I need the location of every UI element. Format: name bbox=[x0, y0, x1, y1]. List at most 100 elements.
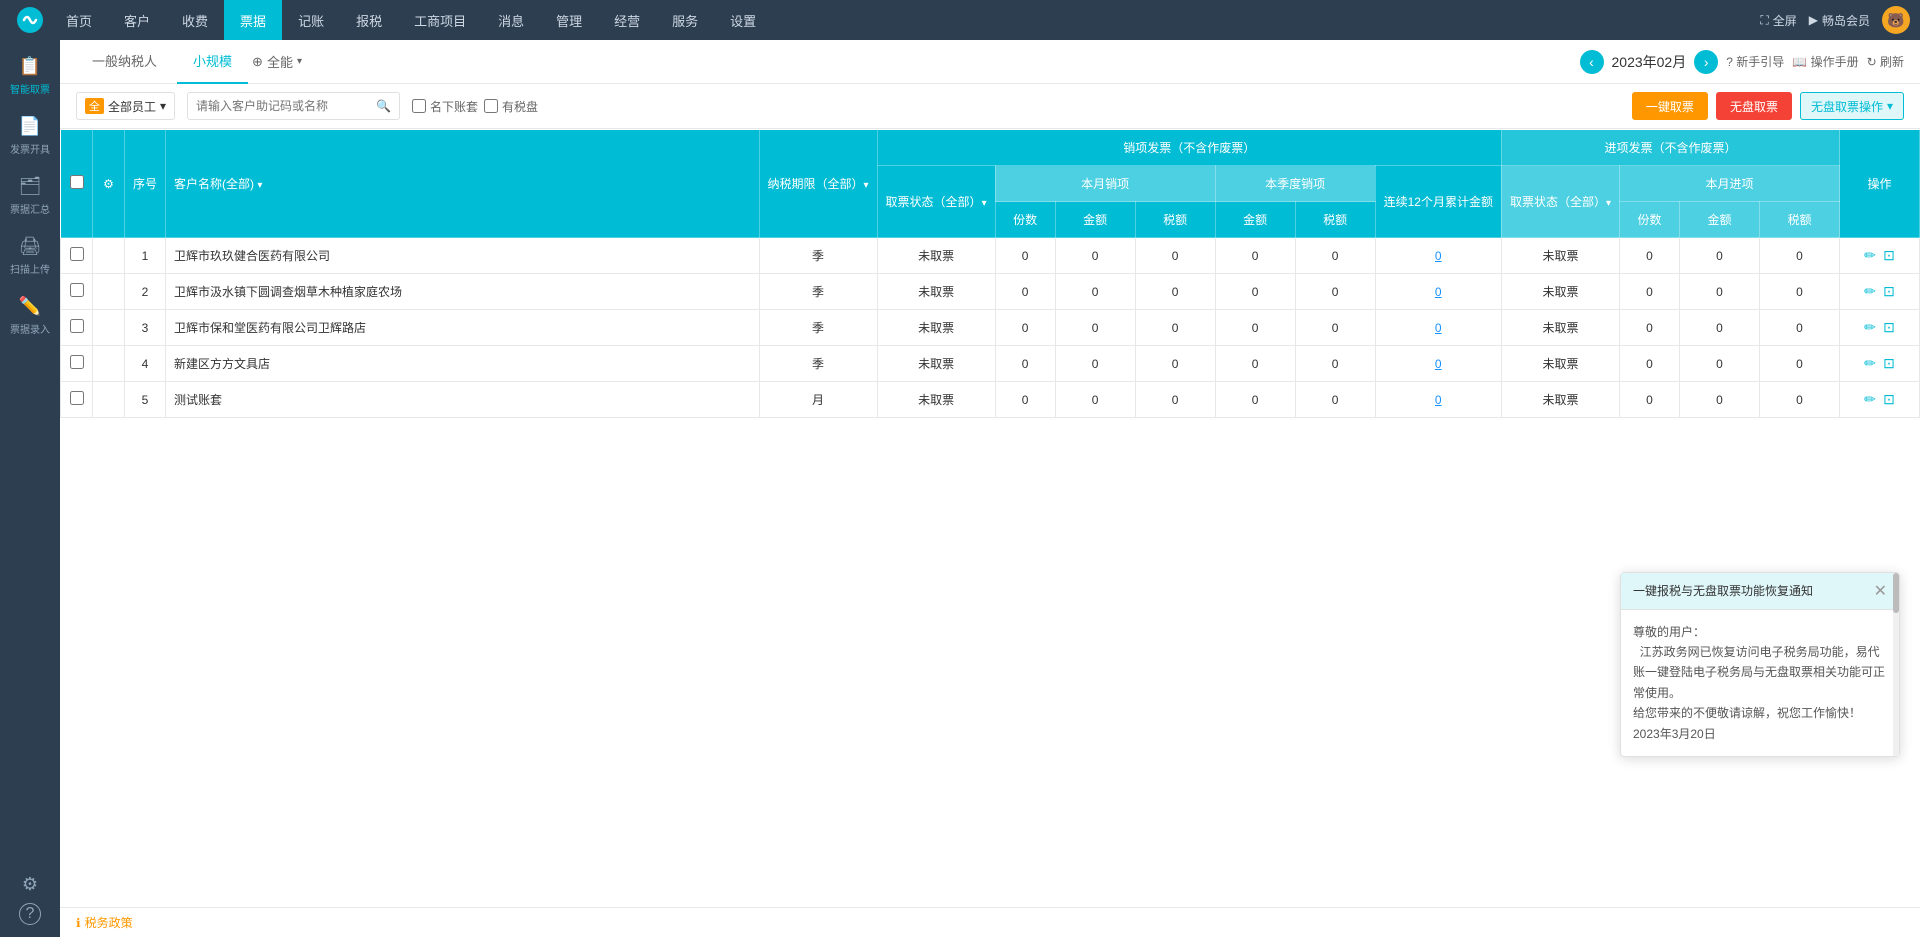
tab-general-taxpayer[interactable]: 一般纳税人 bbox=[76, 40, 173, 84]
has-taxpad-checkbox[interactable] bbox=[484, 99, 498, 113]
bottom-bar: ℹ 税务政策 bbox=[60, 907, 1920, 937]
row-checkbox-cell bbox=[61, 274, 93, 310]
sidebar-settings-icon[interactable]: ⚙ bbox=[22, 874, 38, 895]
table-col-quarter-tax: 税额 bbox=[1295, 202, 1375, 238]
nav-service[interactable]: 服务 bbox=[656, 0, 714, 40]
app-logo[interactable] bbox=[10, 0, 50, 40]
detail-icon[interactable]: ⊡ bbox=[1883, 283, 1895, 299]
notification-body: 尊敬的用户： 江苏政务网已恢复访问电子税务局功能，易代账一键登陆电子税务局与无盘… bbox=[1621, 610, 1899, 756]
nav-tax[interactable]: 报税 bbox=[340, 0, 398, 40]
row-purchase-status: 未取票 bbox=[1501, 346, 1619, 382]
cumulative-link[interactable]: 0 bbox=[1435, 393, 1442, 407]
row-checkbox[interactable] bbox=[70, 355, 84, 369]
book-icon: 📖 bbox=[1792, 55, 1807, 69]
table-subheader-month-sales: 本月销项 bbox=[995, 166, 1215, 202]
row-checkbox[interactable] bbox=[70, 247, 84, 261]
cumulative-link[interactable]: 0 bbox=[1435, 321, 1442, 335]
purchase-status-filter[interactable]: ▾ bbox=[1606, 198, 1611, 209]
fullscreen-button[interactable]: ⛶ 全屏 bbox=[1760, 12, 1796, 29]
sidebar-item-invoice-issue[interactable]: 📄 发票开具 bbox=[2, 108, 58, 164]
row-settings-cell bbox=[93, 346, 125, 382]
table-header-purchase-group: 进项发票（不含作废票） bbox=[1501, 130, 1839, 166]
edit-icon[interactable]: ✏ bbox=[1864, 391, 1876, 407]
row-sales-tax: 0 bbox=[1135, 382, 1215, 418]
tab-small-scale[interactable]: 小规模 bbox=[177, 40, 248, 84]
filter-checkboxes: 名下账套 有税盘 bbox=[412, 98, 538, 115]
prev-month-button[interactable]: ‹ bbox=[1580, 50, 1604, 74]
row-period: 季 bbox=[759, 238, 877, 274]
nav-manage[interactable]: 管理 bbox=[540, 0, 598, 40]
manual-button[interactable]: 📖 操作手册 bbox=[1792, 53, 1858, 70]
tab-all[interactable]: ⊕ 全能 ▾ bbox=[252, 52, 302, 71]
has-taxpad-checkbox-label[interactable]: 有税盘 bbox=[484, 98, 538, 115]
nav-settings[interactable]: 设置 bbox=[714, 0, 772, 40]
row-checkbox[interactable] bbox=[70, 283, 84, 297]
sidebar-item-invoice-entry[interactable]: ✏️ 票据录入 bbox=[2, 288, 58, 344]
row-purchase-tax: 0 bbox=[1760, 238, 1840, 274]
row-checkbox[interactable] bbox=[70, 319, 84, 333]
nav-fee[interactable]: 收费 bbox=[166, 0, 224, 40]
cumulative-link[interactable]: 0 bbox=[1435, 285, 1442, 299]
search-icon[interactable]: 🔍 bbox=[376, 99, 391, 113]
edit-icon[interactable]: ✏ bbox=[1864, 247, 1876, 263]
notification-title: 一键报税与无盘取票功能恢复通知 bbox=[1633, 582, 1813, 599]
sidebar-item-invoice-entry-label: 票据录入 bbox=[10, 321, 50, 336]
row-sales-status: 未取票 bbox=[877, 346, 995, 382]
row-customer-name: 卫辉市保和堂医药有限公司卫辉路店 bbox=[166, 310, 759, 346]
edit-icon[interactable]: ✏ bbox=[1864, 319, 1876, 335]
cumulative-link[interactable]: 0 bbox=[1435, 357, 1442, 371]
my-accounts-checkbox[interactable] bbox=[412, 99, 426, 113]
one-click-ticket-button[interactable]: 一键取票 bbox=[1632, 92, 1708, 120]
row-customer-name: 新建区方方文具店 bbox=[166, 346, 759, 382]
cumulative-link[interactable]: 0 bbox=[1435, 249, 1442, 263]
refresh-button[interactable]: ↻ 刷新 bbox=[1867, 53, 1904, 70]
user-avatar[interactable]: 🐻 bbox=[1882, 6, 1910, 34]
employee-filter[interactable]: 全 全部员工 ▾ bbox=[76, 92, 175, 120]
diskless-ticket-button[interactable]: 无盘取票 bbox=[1716, 92, 1792, 120]
nav-bookkeeping[interactable]: 记账 bbox=[282, 0, 340, 40]
detail-icon[interactable]: ⊡ bbox=[1883, 247, 1895, 263]
detail-icon[interactable]: ⊡ bbox=[1883, 319, 1895, 335]
sidebar-help-icon[interactable]: ? bbox=[19, 903, 41, 925]
nav-business[interactable]: 工商项目 bbox=[398, 0, 482, 40]
edit-icon[interactable]: ✏ bbox=[1864, 355, 1876, 371]
current-date-display: 2023年02月 bbox=[1612, 52, 1687, 72]
nav-right-actions: ⛶ 全屏 ▶ 畅岛会员 🐻 bbox=[1760, 6, 1910, 34]
sub-tabs-actions: ? 新手引导 📖 操作手册 ↻ 刷新 bbox=[1726, 53, 1904, 70]
my-accounts-checkbox-label[interactable]: 名下账套 bbox=[412, 98, 478, 115]
vip-button[interactable]: ▶ 畅岛会员 bbox=[1809, 12, 1870, 29]
row-purchase-tax: 0 bbox=[1760, 382, 1840, 418]
nav-operation[interactable]: 经营 bbox=[598, 0, 656, 40]
new-guide-button[interactable]: ? 新手引导 bbox=[1726, 53, 1784, 70]
diskless-ticket-ops-button[interactable]: 无盘取票操作 ▾ bbox=[1800, 92, 1904, 120]
sidebar-bottom-actions: ⚙ ? bbox=[19, 874, 41, 937]
settings-icon[interactable]: ⚙ bbox=[103, 177, 114, 191]
smart-ticket-icon: 📋 bbox=[19, 56, 41, 77]
tax-policy-link[interactable]: ℹ 税务政策 bbox=[76, 914, 133, 931]
notification-date: 2023年3月20日 bbox=[1633, 727, 1716, 741]
detail-icon[interactable]: ⊡ bbox=[1883, 355, 1895, 371]
row-checkbox-cell bbox=[61, 382, 93, 418]
row-purchase-count: 0 bbox=[1620, 274, 1680, 310]
customer-search-box[interactable]: 🔍 bbox=[187, 92, 400, 120]
filter-icon[interactable]: ▾ bbox=[257, 180, 262, 191]
sidebar-item-invoice-summary[interactable]: 🗂 票据汇总 bbox=[2, 168, 58, 224]
edit-icon[interactable]: ✏ bbox=[1864, 283, 1876, 299]
row-no: 3 bbox=[125, 310, 166, 346]
nav-home[interactable]: 首页 bbox=[50, 0, 108, 40]
customer-search-input[interactable] bbox=[196, 99, 376, 113]
notification-close-button[interactable]: ✕ bbox=[1874, 581, 1887, 601]
select-all-checkbox[interactable] bbox=[70, 175, 84, 189]
sidebar-item-scan-upload[interactable]: 🖨 扫描上传 bbox=[2, 228, 58, 284]
sidebar-item-smart-ticket[interactable]: 📋 智能取票 bbox=[2, 48, 58, 104]
detail-icon[interactable]: ⊡ bbox=[1883, 391, 1895, 407]
date-navigation: ‹ 2023年02月 › bbox=[1580, 50, 1719, 74]
guide-icon: ? bbox=[1726, 55, 1733, 69]
nav-message[interactable]: 消息 bbox=[482, 0, 540, 40]
row-checkbox[interactable] bbox=[70, 391, 84, 405]
nav-invoice[interactable]: 票据 bbox=[224, 0, 282, 40]
next-month-button[interactable]: › bbox=[1694, 50, 1718, 74]
sales-status-filter[interactable]: ▾ bbox=[982, 198, 987, 209]
period-filter-icon[interactable]: ▾ bbox=[864, 180, 869, 191]
nav-customer[interactable]: 客户 bbox=[108, 0, 166, 40]
